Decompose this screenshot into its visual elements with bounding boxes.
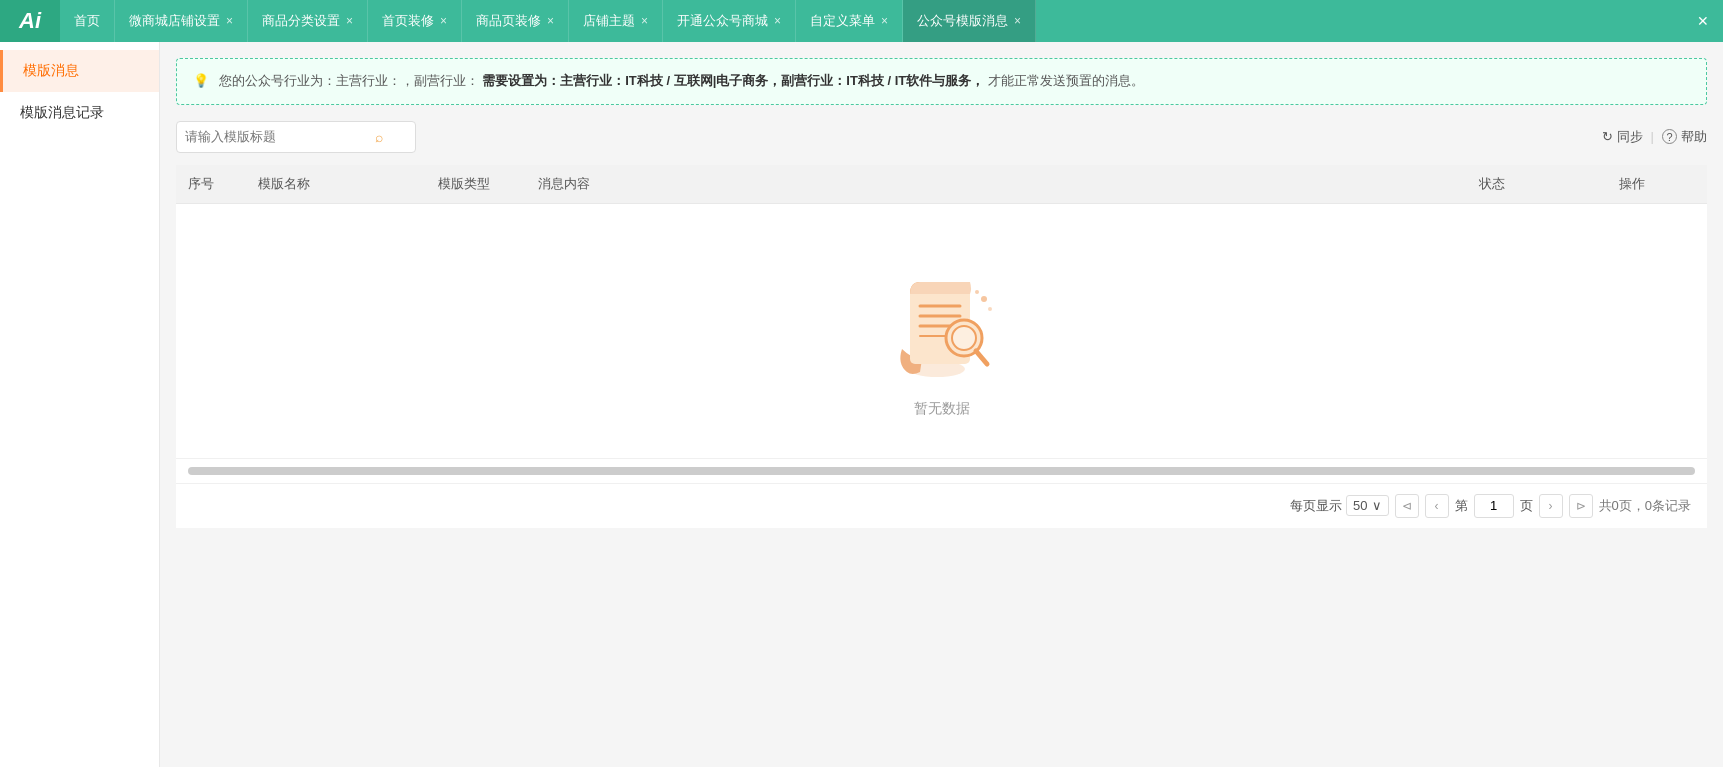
page-unit: 页	[1520, 497, 1533, 515]
svg-point-9	[981, 296, 987, 302]
th-action: 操作	[1607, 165, 1707, 204]
empty-illustration	[882, 264, 1002, 384]
first-page-button[interactable]: ⊲	[1395, 494, 1419, 518]
last-page-button[interactable]: ⊳	[1569, 494, 1593, 518]
scrollbar-row	[176, 458, 1707, 483]
horizontal-scrollbar[interactable]	[188, 467, 1695, 475]
page-size-arrow-icon: ∨	[1372, 498, 1382, 513]
close-tab-category[interactable]: ×	[346, 14, 353, 28]
data-table-container: 序号 模版名称 模版类型 消息内容 状态	[176, 165, 1707, 483]
nav-tab-product-deco[interactable]: 商品页装修 ×	[462, 0, 569, 42]
svg-line-8	[976, 351, 987, 364]
nav-tab-open-mall[interactable]: 开通公众号商城 ×	[663, 0, 796, 42]
top-nav-bar: Ai 首页 微商城店铺设置 × 商品分类设置 × 首页装修 × 商品页装修 × …	[0, 0, 1723, 42]
nav-tab-template-msg[interactable]: 公众号模版消息 ×	[903, 0, 1036, 42]
page-word: 第	[1455, 497, 1468, 515]
sync-button[interactable]: ↻ 同步	[1602, 128, 1643, 146]
close-tab-product-deco[interactable]: ×	[547, 14, 554, 28]
nav-tab-shop-theme-label: 店铺主题	[583, 12, 635, 30]
page-size-select: 每页显示 50 ∨	[1290, 495, 1388, 516]
close-tab-shop-theme[interactable]: ×	[641, 14, 648, 28]
sidebar-item-template-record[interactable]: 模版消息记录	[0, 92, 159, 134]
empty-text: 暂无数据	[914, 400, 970, 418]
nav-tab-open-mall-label: 开通公众号商城	[677, 12, 768, 30]
sync-icon: ↻	[1602, 129, 1613, 144]
notice-highlight: 需要设置为：主营行业：IT科技 / 互联网|电子商务，副营行业：IT科技 / I…	[482, 73, 984, 88]
th-seq: 序号	[176, 165, 246, 204]
main-layout: 模版消息 模版消息记录 💡 您的公众号行业为：主营行业：，副营行业： 需要设置为…	[0, 42, 1723, 767]
help-label: 帮助	[1681, 128, 1707, 146]
nav-tab-home[interactable]: 首页	[60, 0, 115, 42]
search-bar: ⌕ ↻ 同步 | ? 帮助	[176, 121, 1707, 153]
nav-tab-shop-settings[interactable]: 微商城店铺设置 ×	[115, 0, 248, 42]
empty-state: 暂无数据	[176, 204, 1707, 458]
nav-tab-product-deco-label: 商品页装修	[476, 12, 541, 30]
next-page-button[interactable]: ›	[1539, 494, 1563, 518]
svg-point-11	[975, 290, 979, 294]
th-name: 模版名称	[246, 165, 426, 204]
app-logo: Ai	[0, 0, 60, 42]
help-button[interactable]: ? 帮助	[1662, 128, 1707, 146]
sidebar: 模版消息 模版消息记录	[0, 42, 160, 767]
close-tab-template-msg[interactable]: ×	[1014, 14, 1021, 28]
nav-tab-template-msg-label: 公众号模版消息	[917, 12, 1008, 30]
notice-prefix: 您的公众号行业为：主营行业：，副营行业：	[219, 73, 479, 88]
data-table: 序号 模版名称 模版类型 消息内容 状态	[176, 165, 1707, 204]
nav-tab-home-label: 首页	[74, 12, 100, 30]
notice-suffix: 才能正常发送预置的消息。	[988, 73, 1144, 88]
page-total: 共0页，0条记录	[1599, 497, 1691, 515]
close-all-button[interactable]: ✕	[1683, 13, 1723, 29]
page-size-dropdown[interactable]: 50 ∨	[1346, 495, 1388, 516]
notice-icon: 💡	[193, 73, 209, 88]
nav-tab-shop-settings-label: 微商城店铺设置	[129, 12, 220, 30]
search-input-wrap: ⌕	[176, 121, 416, 153]
svg-point-10	[988, 307, 992, 311]
nav-tab-shop-theme[interactable]: 店铺主题 ×	[569, 0, 663, 42]
help-icon: ?	[1662, 129, 1677, 144]
close-tab-shop-settings[interactable]: ×	[226, 14, 233, 28]
search-input[interactable]	[185, 129, 375, 144]
table-header-row: 序号 模版名称 模版类型 消息内容 状态	[176, 165, 1707, 204]
page-size-label: 每页显示	[1290, 497, 1342, 515]
nav-tab-category-label: 商品分类设置	[262, 12, 340, 30]
main-content: 💡 您的公众号行业为：主营行业：，副营行业： 需要设置为：主营行业：IT科技 /…	[160, 42, 1723, 767]
sidebar-item-template-msg-label: 模版消息	[23, 62, 79, 78]
page-number-input[interactable]	[1474, 494, 1514, 518]
close-tab-open-mall[interactable]: ×	[774, 14, 781, 28]
prev-page-button[interactable]: ‹	[1425, 494, 1449, 518]
nav-tab-custom-menu-label: 自定义菜单	[810, 12, 875, 30]
close-tab-home-deco[interactable]: ×	[440, 14, 447, 28]
pagination-bar: 每页显示 50 ∨ ⊲ ‹ 第 页 › ⊳ 共0页，0条记录	[176, 483, 1707, 528]
toolbar-divider: |	[1651, 129, 1654, 144]
sync-label: 同步	[1617, 128, 1643, 146]
page-size-value: 50	[1353, 498, 1367, 513]
nav-tab-home-deco[interactable]: 首页装修 ×	[368, 0, 462, 42]
th-content: 消息内容	[526, 165, 1467, 204]
svg-point-7	[952, 326, 976, 350]
close-tab-custom-menu[interactable]: ×	[881, 14, 888, 28]
nav-tab-custom-menu[interactable]: 自定义菜单 ×	[796, 0, 903, 42]
th-type: 模版类型	[426, 165, 526, 204]
sidebar-item-template-msg[interactable]: 模版消息	[0, 50, 159, 92]
toolbar-right: ↻ 同步 | ? 帮助	[1602, 128, 1707, 146]
nav-tab-category[interactable]: 商品分类设置 ×	[248, 0, 368, 42]
nav-tab-home-deco-label: 首页装修	[382, 12, 434, 30]
search-icon[interactable]: ⌕	[375, 129, 383, 145]
th-status: 状态	[1467, 165, 1607, 204]
sidebar-item-template-record-label: 模版消息记录	[20, 104, 104, 120]
notice-box: 💡 您的公众号行业为：主营行业：，副营行业： 需要设置为：主营行业：IT科技 /…	[176, 58, 1707, 105]
